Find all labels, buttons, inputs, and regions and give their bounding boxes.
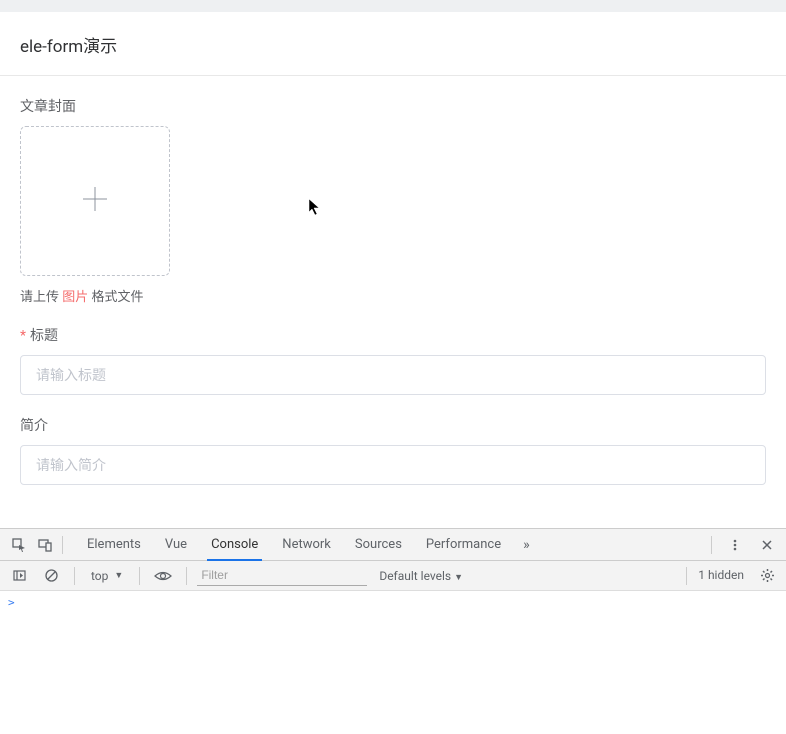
levels-label: Default levels [379,569,451,583]
page-header: ele-form演示 [0,12,786,76]
devtools-panel: Elements Vue Console Network Sources Per… [0,528,786,734]
tab-elements[interactable]: Elements [75,529,153,561]
live-expression-icon[interactable] [150,563,176,589]
title-label-text: 标题 [30,328,58,344]
intro-label: 简介 [20,415,766,435]
title-label: *标题 [20,325,766,345]
tab-vue[interactable]: Vue [153,529,199,561]
form-item-title: *标题 [20,325,766,395]
form-item-intro: 简介 [20,415,766,485]
sidebar-toggle-icon[interactable] [6,563,32,589]
close-devtools-icon[interactable] [754,532,780,558]
tab-network[interactable]: Network [270,529,343,561]
hidden-count-text: 1 hidden [698,568,744,582]
upload-tip-highlight: 图片 [62,290,88,305]
upload-tip-prefix: 请上传 [20,290,62,305]
context-dropdown-label: top [91,569,108,583]
form-item-cover: 文章封面 请上传 图片 格式文件 [20,96,766,305]
console-toolbar: top ▼ Default levels ▼ 1 hidden [0,561,786,591]
console-content[interactable]: > [0,591,786,613]
context-dropdown[interactable]: top ▼ [85,569,129,583]
separator [139,567,140,585]
tab-sources[interactable]: Sources [343,529,414,561]
inspect-icon[interactable] [6,532,32,558]
tab-console[interactable]: Console [199,529,270,561]
tab-performance[interactable]: Performance [414,529,513,561]
upload-tip-suffix: 格式文件 [88,290,143,305]
console-prompt: > [8,596,15,609]
upload-box[interactable] [20,126,170,276]
devtools-tabbar: Elements Vue Console Network Sources Per… [0,529,786,561]
required-mark: * [20,328,26,344]
hidden-messages-count[interactable]: 1 hidden [678,567,748,585]
cover-label: 文章封面 [20,96,766,116]
clear-console-icon[interactable] [38,563,64,589]
separator [686,567,687,585]
device-toggle-icon[interactable] [32,532,58,558]
form-body: 文章封面 请上传 图片 格式文件 *标题 简介 [0,76,786,485]
chevron-down-icon: ▼ [454,573,463,583]
separator [186,567,187,585]
log-levels-dropdown[interactable]: Default levels ▼ [373,569,469,583]
console-filter-input[interactable] [197,566,367,586]
upload-tip: 请上传 图片 格式文件 [20,286,766,305]
separator [74,567,75,585]
tabs-overflow[interactable]: » [513,537,540,553]
chevron-down-icon: ▼ [114,570,123,581]
settings-gear-icon[interactable] [754,563,780,589]
separator [711,536,712,554]
window-top-edge [0,0,786,12]
separator [62,536,63,554]
devtools-tabs: Elements Vue Console Network Sources Per… [75,529,540,561]
title-input[interactable] [20,355,766,395]
kebab-menu-icon[interactable] [722,532,748,558]
intro-input[interactable] [20,445,766,485]
page-title: ele-form演示 [20,32,766,57]
plus-icon [81,185,109,217]
